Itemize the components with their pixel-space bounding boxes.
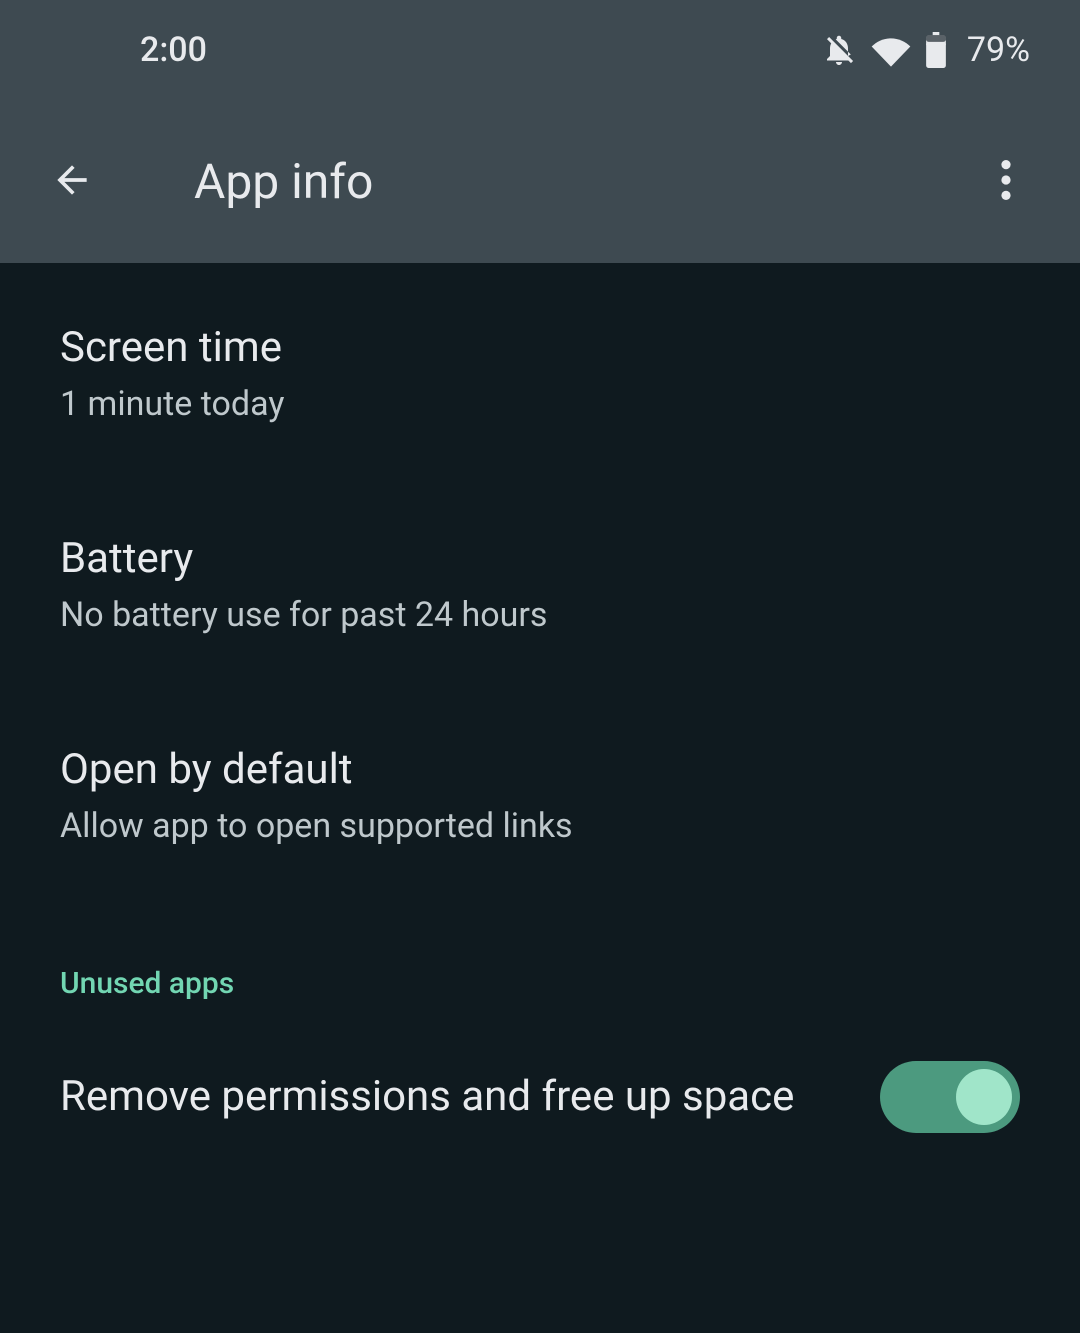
status-time: 2:00: [140, 30, 207, 70]
toggle-switch[interactable]: [880, 1061, 1020, 1133]
toggle-thumb: [956, 1069, 1012, 1125]
back-button[interactable]: [48, 158, 96, 206]
page-title: App info: [194, 153, 982, 210]
more-button[interactable]: [982, 158, 1030, 206]
setting-title: Battery: [60, 534, 1020, 583]
more-vert-icon: [1001, 160, 1011, 204]
status-icons: 79%: [821, 30, 1030, 70]
arrow-back-icon: [50, 158, 94, 206]
content: Screen time 1 minute today Battery No ba…: [0, 263, 1080, 1173]
setting-subtitle: No battery use for past 24 hours: [60, 595, 1020, 635]
battery-percent: 79%: [967, 30, 1030, 70]
toggle-label: Remove permissions and free up space: [60, 1069, 880, 1126]
section-header-unused-apps: Unused apps: [60, 896, 1020, 1001]
app-bar: App info: [0, 100, 1080, 263]
setting-screen-time[interactable]: Screen time 1 minute today: [60, 263, 1020, 474]
status-bar: 2:00 79%: [0, 0, 1080, 100]
setting-title: Open by default: [60, 745, 1020, 794]
dnd-off-icon: [821, 32, 857, 68]
battery-icon: [925, 32, 947, 68]
setting-battery[interactable]: Battery No battery use for past 24 hours: [60, 474, 1020, 685]
wifi-icon: [871, 32, 911, 68]
setting-title: Screen time: [60, 323, 1020, 372]
setting-subtitle: 1 minute today: [60, 384, 1020, 424]
setting-open-by-default[interactable]: Open by default Allow app to open suppor…: [60, 685, 1020, 896]
setting-subtitle: Allow app to open supported links: [60, 806, 1020, 846]
setting-remove-permissions[interactable]: Remove permissions and free up space: [60, 1001, 1020, 1173]
